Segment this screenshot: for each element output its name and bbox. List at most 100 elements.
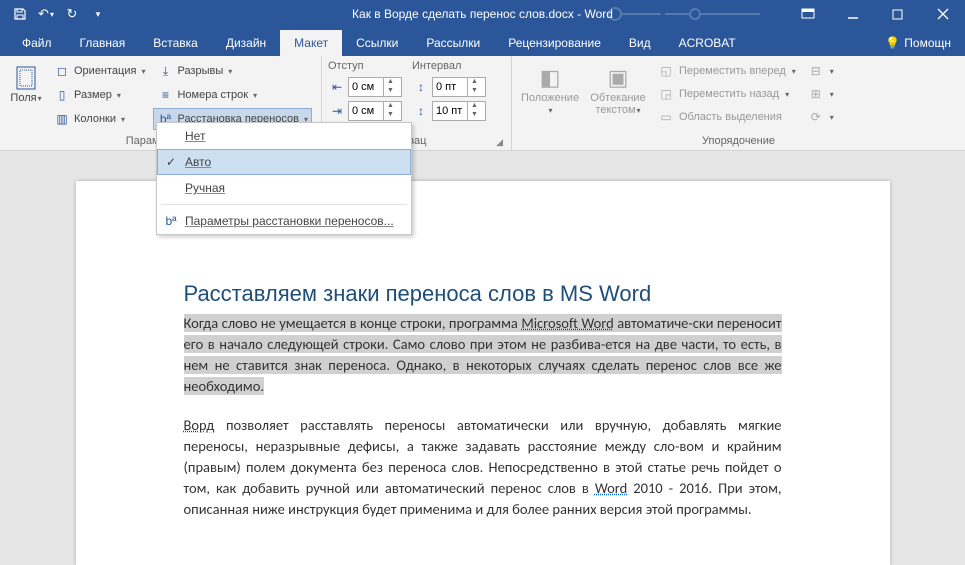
tab-mailings[interactable]: Рассылки <box>412 30 494 56</box>
indent-right-spinner[interactable]: ▲▼ <box>348 101 402 121</box>
step-down[interactable]: ▼ <box>384 87 397 96</box>
size-button[interactable]: ▯Размер▾ <box>50 84 149 106</box>
save-button[interactable] <box>8 2 32 26</box>
step-down[interactable]: ▼ <box>384 111 397 120</box>
indent-left-input[interactable] <box>349 81 383 93</box>
hyph-auto-label: Авто <box>185 155 211 169</box>
selection-pane-button[interactable]: ▭ Область выделения <box>654 106 800 128</box>
size-icon: ▯ <box>54 87 70 103</box>
spacing-sublabel: Интервал <box>412 60 486 74</box>
step-up[interactable]: ▲ <box>384 102 397 111</box>
document-heading: Расставляем знаки переноса слов в MS Wor… <box>184 281 782 307</box>
space-before-spinner[interactable]: ▲▼ <box>432 77 486 97</box>
space-after-input[interactable] <box>433 105 467 117</box>
space-before-row: ↕ ▲▼ <box>412 76 486 98</box>
hyph-none-label: Нет <box>185 129 205 143</box>
selection-pane-label: Область выделения <box>679 111 782 123</box>
tab-file[interactable]: Файл <box>8 30 66 56</box>
margins-label: Поля <box>10 92 36 104</box>
paragraph-launcher[interactable]: ◢ <box>494 137 505 150</box>
minimize-button[interactable] <box>830 0 875 28</box>
tab-insert[interactable]: Вставка <box>139 30 212 56</box>
window-controls <box>785 0 965 28</box>
rotate-button[interactable]: ⟳▾ <box>804 106 838 128</box>
hyphenation-none[interactable]: Нет <box>157 123 411 149</box>
step-down[interactable]: ▼ <box>468 111 481 120</box>
indent-right-input[interactable] <box>349 105 383 117</box>
help-label: Помощн <box>904 36 951 50</box>
tab-view[interactable]: Вид <box>615 30 665 56</box>
quick-access-toolbar: ↶▾ ↻ ▾ <box>0 2 110 26</box>
group-button[interactable]: ⊞▾ <box>804 83 838 105</box>
ribbon-tabs: Файл Главная Вставка Дизайн Макет Ссылки… <box>0 28 965 56</box>
selection-pane-icon: ▭ <box>658 109 674 125</box>
space-after-row: ↕ ▲▼ <box>412 100 486 122</box>
group-arrange: ◧ Положение▾ ▣ Обтекание текстом▾ ◱Перем… <box>512 56 965 150</box>
breaks-button[interactable]: ⤓Разрывы▾ <box>153 60 312 82</box>
indent-right-row: ⇥ ▲▼ <box>328 100 402 122</box>
bring-forward-label: Переместить вперед <box>679 65 786 77</box>
step-down[interactable]: ▼ <box>468 87 481 96</box>
undo-button[interactable]: ↶▾ <box>34 2 58 26</box>
close-button[interactable] <box>920 0 965 28</box>
hyphenation-manual[interactable]: Ручная <box>157 175 411 201</box>
paragraph-1: Когда слово не умещается в конце строки,… <box>184 313 782 397</box>
align-icon: ⊟ <box>808 63 824 79</box>
orientation-button[interactable]: ◻Ориентация▾ <box>50 60 149 82</box>
space-after-spinner[interactable]: ▲▼ <box>432 101 486 121</box>
tab-design[interactable]: Дизайн <box>212 30 280 56</box>
margins-button[interactable]: Поля▾ <box>6 60 46 133</box>
orientation-icon: ◻ <box>54 63 70 79</box>
redo-button[interactable]: ↻ <box>60 2 84 26</box>
send-backward-icon: ◲ <box>658 86 674 102</box>
position-icon: ◧ <box>540 64 561 92</box>
check-icon: ✓ <box>166 155 176 169</box>
line-numbers-button[interactable]: ≡Номера строк▾ <box>153 84 312 106</box>
columns-icon: ▥ <box>54 111 70 127</box>
ribbon-display-button[interactable] <box>785 0 830 28</box>
tab-home[interactable]: Главная <box>66 30 140 56</box>
orientation-label: Ориентация <box>74 65 136 77</box>
indent-left-spinner[interactable]: ▲▼ <box>348 77 402 97</box>
position-button[interactable]: ◧ Положение▾ <box>518 60 582 133</box>
step-up[interactable]: ▲ <box>384 78 397 87</box>
indent-left-icon: ⇤ <box>328 79 346 95</box>
size-label: Размер <box>74 89 112 101</box>
group-label-arrange: Упорядочение <box>518 133 959 150</box>
space-before-input[interactable] <box>433 81 467 93</box>
tab-layout[interactable]: Макет <box>280 30 342 56</box>
hyphenation-options[interactable]: bªПараметры расстановки переносов... <box>157 208 411 234</box>
tab-review[interactable]: Рецензирование <box>494 30 615 56</box>
dropdown-separator <box>161 204 407 205</box>
hyphenation-auto[interactable]: ✓ Авто <box>157 149 411 175</box>
send-backward-button[interactable]: ◲Переместить назад▾ <box>654 83 800 105</box>
wrap-button[interactable]: ▣ Обтекание текстом▾ <box>586 60 650 133</box>
columns-button[interactable]: ▥Колонки▾ <box>50 108 149 130</box>
lightbulb-icon: 💡 <box>885 36 900 50</box>
hyphenation-dropdown: Нет ✓ Авто Ручная bªПараметры расстановки… <box>156 122 412 235</box>
send-backward-label: Переместить назад <box>679 88 779 100</box>
line-numbers-label: Номера строк <box>177 89 248 101</box>
space-after-icon: ↕ <box>412 103 430 119</box>
window-title: Как в Ворде сделать перенос слов.docx - … <box>352 7 613 21</box>
document-area[interactable]: Расставляем знаки переноса слов в MS Wor… <box>0 151 965 565</box>
indent-right-icon: ⇥ <box>328 103 346 119</box>
step-up[interactable]: ▲ <box>468 102 481 111</box>
qat-customize-button[interactable]: ▾ <box>86 2 110 26</box>
step-up[interactable]: ▲ <box>468 78 481 87</box>
tell-me[interactable]: 💡 Помощн <box>871 30 965 56</box>
tab-acrobat[interactable]: ACROBAT <box>665 30 750 56</box>
tab-references[interactable]: Ссылки <box>342 30 412 56</box>
hyph-manual-label: Ручная <box>185 181 225 195</box>
wrap-icon: ▣ <box>608 64 629 92</box>
maximize-button[interactable] <box>875 0 920 28</box>
position-label: Положение <box>521 92 579 104</box>
indent-left-row: ⇤ ▲▼ <box>328 76 402 98</box>
rotate-icon: ⟳ <box>808 109 824 125</box>
decor <box>595 2 775 26</box>
hyph-options-label: Параметры расстановки переносов... <box>185 214 394 228</box>
bring-forward-button[interactable]: ◱Переместить вперед▾ <box>654 60 800 82</box>
space-before-icon: ↕ <box>412 79 430 95</box>
margins-icon <box>15 64 37 92</box>
align-button[interactable]: ⊟▾ <box>804 60 838 82</box>
